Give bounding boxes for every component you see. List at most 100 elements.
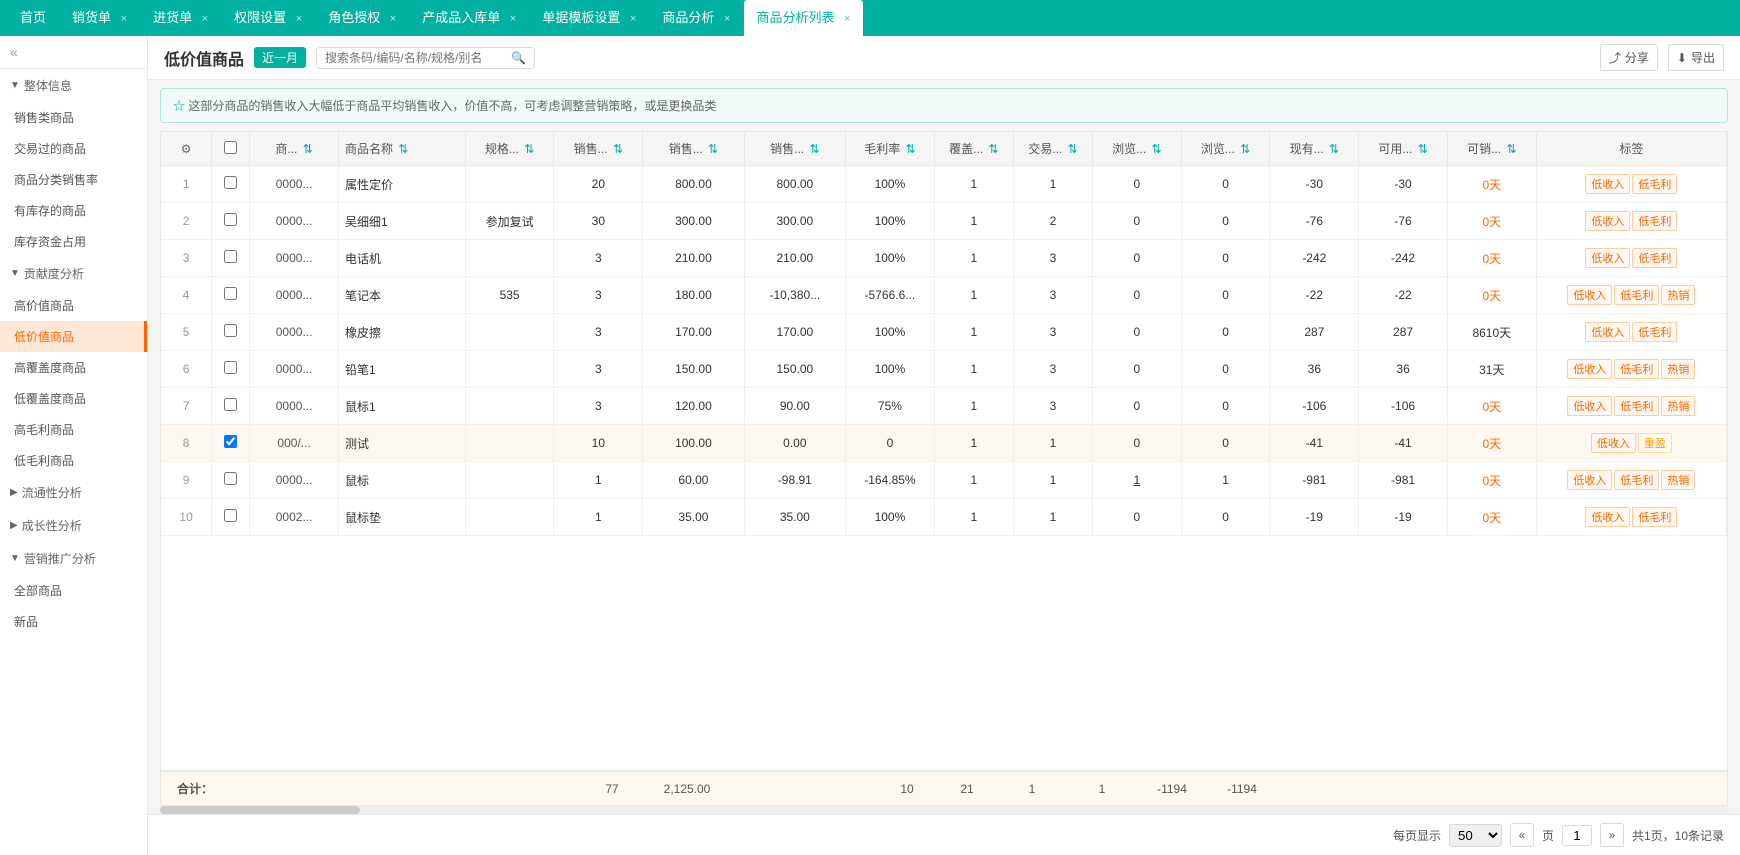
sidebar-item-high-margin[interactable]: 高毛利商品	[0, 414, 147, 445]
th-browse2[interactable]: 浏览... ⇅	[1181, 132, 1270, 166]
th-available-stock[interactable]: 可用... ⇅	[1359, 132, 1448, 166]
th-current-stock[interactable]: 现有... ⇅	[1270, 132, 1359, 166]
cell-cover: 1	[934, 425, 1013, 462]
cell-checkbox[interactable]	[212, 314, 250, 351]
th-trade[interactable]: 交易... ⇅	[1013, 132, 1092, 166]
nav-sales-order[interactable]: 销货单 ×	[60, 0, 139, 36]
cell-days: 0天	[1447, 462, 1536, 499]
th-browse1[interactable]: 浏览... ⇅	[1093, 132, 1182, 166]
sidebar-item-sales-goods[interactable]: 销售类商品	[0, 102, 147, 133]
export-button[interactable]: ⬇ 导出	[1668, 44, 1724, 71]
cell-spec	[465, 462, 554, 499]
sidebar-item-category-rate[interactable]: 商品分类销售率	[0, 164, 147, 195]
th-saleable[interactable]: 可销... ⇅	[1447, 132, 1536, 166]
date-filter-btn[interactable]: 近一月	[254, 47, 306, 68]
row-checkbox[interactable]	[224, 176, 237, 189]
th-spec[interactable]: 规格... ⇅	[465, 132, 554, 166]
cell-browse1: 0	[1093, 166, 1182, 203]
th-sale-qty[interactable]: 销售... ⇅	[554, 132, 643, 166]
th-coverage[interactable]: 覆盖... ⇅	[934, 132, 1013, 166]
close-icon[interactable]: ×	[844, 13, 850, 25]
th-code[interactable]: 商... ⇅	[250, 132, 339, 166]
cell-trade: 3	[1013, 388, 1092, 425]
cell-checkbox[interactable]	[212, 166, 250, 203]
sidebar-section-marketing[interactable]: ▼ 营销推广分析	[0, 542, 147, 575]
content-header: 低价值商品 近一月 🔍 ⤴ 分享 ⬇ 导出	[148, 36, 1740, 80]
close-icon[interactable]: ×	[630, 13, 636, 25]
sidebar-item-traded-goods[interactable]: 交易过的商品	[0, 133, 147, 164]
prev-page-btn[interactable]: «	[1510, 823, 1534, 847]
sidebar-item-high-coverage[interactable]: 高覆盖度商品	[0, 352, 147, 383]
horizontal-scrollbar[interactable]	[160, 806, 1728, 814]
cell-spec	[465, 240, 554, 277]
row-checkbox[interactable]	[224, 250, 237, 263]
nav-permission-settings[interactable]: 权限设置 ×	[222, 0, 314, 36]
cell-checkbox[interactable]	[212, 351, 250, 388]
close-icon[interactable]: ×	[724, 13, 730, 25]
th-checkbox[interactable]	[212, 132, 250, 166]
cell-avail2: 36	[1359, 351, 1448, 388]
th-margin[interactable]: 毛利率 ⇅	[846, 132, 935, 166]
row-checkbox[interactable]	[224, 472, 237, 485]
row-checkbox[interactable]	[224, 398, 237, 411]
nav-product-analysis[interactable]: 商品分析 ×	[650, 0, 742, 36]
sidebar-item-low-value[interactable]: 低价值商品	[0, 321, 147, 352]
sidebar-item-high-value[interactable]: 高价值商品	[0, 290, 147, 321]
nav-product-analysis-list[interactable]: 商品分析列表 ×	[744, 0, 862, 36]
sidebar-section-overall[interactable]: ▼ 整体信息	[0, 69, 147, 102]
close-icon[interactable]: ×	[121, 13, 127, 25]
select-all-checkbox[interactable]	[224, 141, 237, 154]
row-checkbox[interactable]	[224, 324, 237, 337]
nav-product-instock[interactable]: 产成品入库单 ×	[410, 0, 528, 36]
sidebar-section-contribution[interactable]: ▼ 贡献度分析	[0, 257, 147, 290]
search-input[interactable]	[325, 51, 505, 65]
settings-icon[interactable]: ⚙	[181, 142, 192, 156]
th-settings[interactable]: ⚙	[161, 132, 212, 166]
cell-checkbox[interactable]	[212, 425, 250, 462]
sidebar-item-capital[interactable]: 库存资金占用	[0, 226, 147, 257]
cell-checkbox[interactable]	[212, 462, 250, 499]
sidebar-item-new-goods[interactable]: 新品	[0, 606, 147, 637]
cell-checkbox[interactable]	[212, 499, 250, 536]
row-checkbox[interactable]	[224, 287, 237, 300]
cell-checkbox[interactable]	[212, 277, 250, 314]
cell-tags: 低收入重盈	[1536, 425, 1726, 462]
th-name[interactable]: 商品名称 ⇅	[338, 132, 465, 166]
scrollbar-thumb[interactable]	[160, 806, 360, 814]
next-page-btn[interactable]: »	[1600, 823, 1624, 847]
sidebar-item-all-goods[interactable]: 全部商品	[0, 575, 147, 606]
row-checkbox[interactable]	[224, 435, 237, 448]
cell-browse2: 0	[1181, 240, 1270, 277]
cell-checkbox[interactable]	[212, 388, 250, 425]
th-sale-amount[interactable]: 销售... ⇅	[643, 132, 744, 166]
cell-checkbox[interactable]	[212, 240, 250, 277]
sidebar-section-liquidity[interactable]: ▶ 流通性分析	[0, 476, 147, 509]
page-number-input[interactable]	[1562, 825, 1592, 846]
share-button[interactable]: ⤴ 分享	[1600, 44, 1658, 71]
sidebar-item-low-coverage[interactable]: 低覆盖度商品	[0, 383, 147, 414]
cell-checkbox[interactable]	[212, 203, 250, 240]
row-checkbox[interactable]	[224, 361, 237, 374]
close-icon[interactable]: ×	[202, 13, 208, 25]
th-sale-profit[interactable]: 销售... ⇅	[744, 132, 845, 166]
collapse-btn[interactable]: «	[10, 44, 18, 60]
sidebar-item-stock-goods[interactable]: 有库存的商品	[0, 195, 147, 226]
nav-role-auth[interactable]: 角色授权 ×	[316, 0, 408, 36]
close-icon[interactable]: ×	[296, 13, 302, 25]
nav-purchase-order[interactable]: 进货单 ×	[141, 0, 220, 36]
cell-browse1[interactable]: 1	[1093, 462, 1182, 499]
per-page-select[interactable]: 50 100	[1449, 824, 1502, 847]
product-tag: 低收入	[1585, 322, 1630, 342]
close-icon[interactable]: ×	[390, 13, 396, 25]
cell-browse2: 0	[1181, 166, 1270, 203]
close-icon[interactable]: ×	[510, 13, 516, 25]
sidebar-section-growth[interactable]: ▶ 成长性分析	[0, 509, 147, 542]
nav-template-settings[interactable]: 单据模板设置 ×	[530, 0, 648, 36]
search-icon[interactable]: 🔍	[511, 51, 526, 65]
row-checkbox[interactable]	[224, 509, 237, 522]
sidebar-item-low-margin[interactable]: 低毛利商品	[0, 445, 147, 476]
cell-sale2: 60.00	[643, 462, 744, 499]
nav-home[interactable]: 首页	[8, 0, 58, 36]
cell-sale1: 3	[554, 277, 643, 314]
row-checkbox[interactable]	[224, 213, 237, 226]
